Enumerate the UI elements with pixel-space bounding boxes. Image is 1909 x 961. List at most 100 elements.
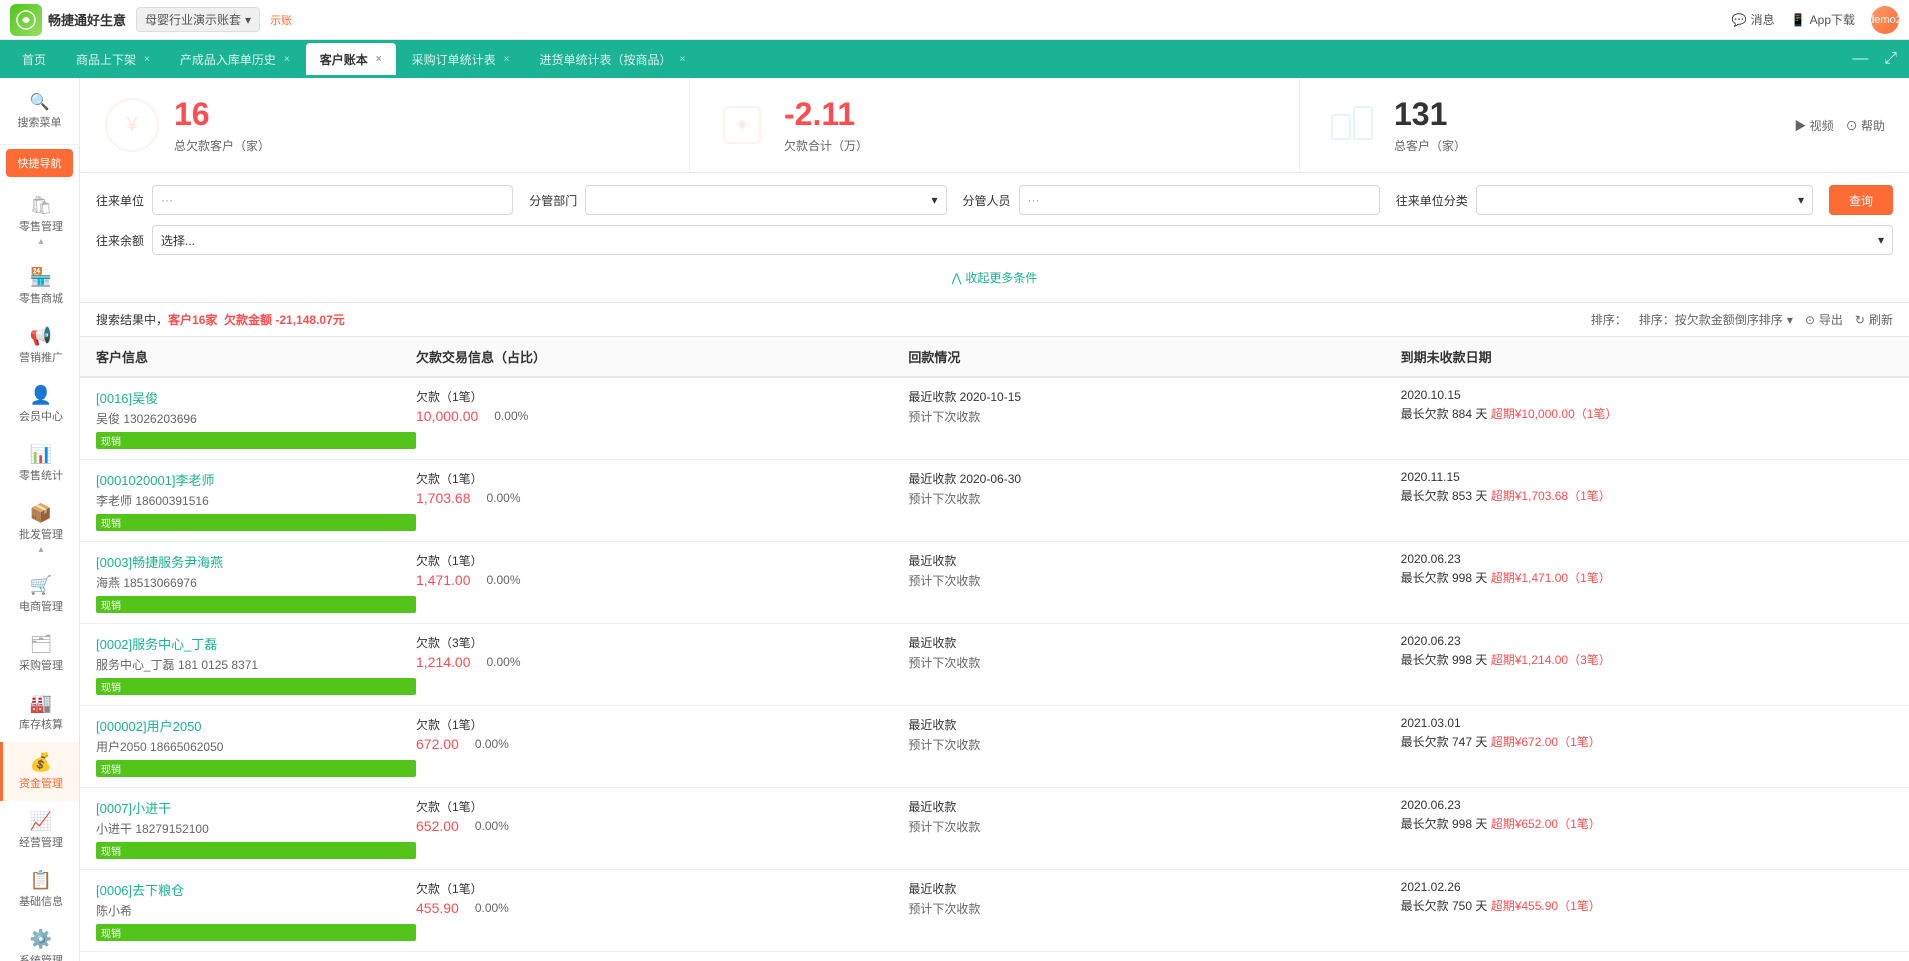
sidebar-item-retail-stats[interactable]: 📊 零售统计 [0, 434, 79, 493]
tab-purchase-stats-close[interactable]: × [504, 54, 510, 65]
from-unit-input[interactable]: ··· [152, 185, 513, 215]
overdue-link-0[interactable]: 超期¥10,000.00（1笔） [1491, 407, 1618, 421]
overdue-link-5[interactable]: 超期¥652.00（1笔） [1491, 817, 1601, 831]
refresh-button[interactable]: ↻ 刷新 [1855, 311, 1893, 328]
logo-area: 畅捷通好生意 [10, 4, 126, 36]
summary-text: 搜索结果中，客户16家 欠款金额 -21,148.07元 [96, 311, 345, 328]
help-button[interactable]: ⊙ 帮助 [1846, 117, 1885, 134]
balance-select[interactable]: 选择... ▾ [152, 225, 1893, 255]
export-button[interactable]: ⊙ 导出 [1805, 311, 1843, 328]
customer-sub-4: 用户2050 18665062050 [96, 738, 416, 755]
tab-product-status-close[interactable]: × [144, 54, 150, 65]
overdue-link-6[interactable]: 超期¥455.90（1笔） [1491, 899, 1601, 913]
debt-inline-6: 455.90 0.00% [416, 900, 908, 916]
tab-production-history-close[interactable]: × [284, 54, 290, 65]
customer-name-0[interactable]: [0016]吴俊 [96, 388, 416, 407]
tab-purchase-stats[interactable]: 采购订单统计表 × [398, 43, 524, 75]
tab-purchase-stats2[interactable]: 进货单统计表（按商品） × [525, 43, 699, 75]
filter-category: 往来单位分类 ▾ [1396, 185, 1813, 215]
debt-count-0: 欠款（1笔） [416, 388, 908, 405]
customer-name-4[interactable]: [000002]用户2050 [96, 716, 416, 735]
app-name: 畅捷通好生意 [48, 10, 126, 29]
chevron-down-icon3: ▾ [931, 193, 937, 207]
sort-select[interactable]: 排序：按欠款金额倒序排序 ▾ [1639, 311, 1793, 328]
sidebar-item-ecommerce[interactable]: 🛒 电商管理 [0, 565, 79, 624]
customer-name-6[interactable]: [0006]去下粮仓 [96, 880, 416, 899]
debt-amount-2: 1,471.00 [416, 572, 471, 588]
table-row: [0016]吴俊 吴俊 13026203696 现销 欠款（1笔） 10,000… [80, 378, 1909, 460]
user-avatar[interactable]: demo2 [1871, 6, 1899, 34]
customer-info-0: [0016]吴俊 吴俊 13026203696 现销 [96, 388, 416, 449]
debt-count-4: 欠款（1笔） [416, 716, 908, 733]
due-info-4: 2021.03.01 最长欠款 747 天 超期¥672.00（1笔） [1401, 716, 1893, 750]
last-pay-date-3: 最近收款 [908, 634, 1400, 651]
debt-inline-0: 10,000.00 0.00% [416, 408, 908, 424]
filter-row-1: 往来单位 ··· 分管部门 ▾ 分管人员 ··· [96, 185, 1893, 215]
tab-customer-account[interactable]: 客户账本 × [306, 43, 396, 75]
debt-info-1: 欠款（1笔） 1,703.68 0.00% [416, 470, 908, 506]
message-button[interactable]: 💬 消息 [1732, 11, 1775, 28]
sidebar-item-batch-mgmt[interactable]: 📦 批发管理 ▴ [0, 493, 79, 565]
sidebar-item-member-label: 会员中心 [19, 408, 63, 424]
debt-info-4: 欠款（1笔） 672.00 0.00% [416, 716, 908, 752]
search-menu-button[interactable]: 🔍 搜索菜单 [4, 86, 75, 136]
sidebar-item-inventory[interactable]: 🏭 库存核算 [0, 683, 79, 742]
sidebar-top: 🔍 搜索菜单 [0, 78, 79, 145]
overdue-link-2[interactable]: 超期¥1,471.00（1笔） [1491, 571, 1611, 585]
tab-product-status[interactable]: 商品上下架 × [62, 43, 164, 75]
sidebar-item-purchase[interactable]: 🗂 采购管理 [0, 624, 79, 683]
sidebar-item-system[interactable]: ⚙️ 系统管理 [0, 919, 79, 961]
tab-purchase-stats2-close[interactable]: × [679, 54, 685, 65]
search-icon: 🔍 [30, 92, 50, 112]
industry-selector[interactable]: 母婴行业演示账套 ▾ [136, 7, 260, 32]
tab-minimize-button[interactable]: — [1848, 50, 1872, 68]
main-layout: 🔍 搜索菜单 快捷导航 🛍 零售管理 ▴ 🏪 零售商城 📢 营销推广 👤 [0, 78, 1909, 961]
video-button[interactable]: ▶ 视频 [1794, 117, 1833, 134]
stat-label-debt-customers: 总欠款客户（家） [174, 137, 270, 154]
stat-label-total-customers: 总客户（家） [1394, 137, 1466, 154]
debt-info-6: 欠款（1笔） 455.90 0.00% [416, 880, 908, 916]
customer-name-1[interactable]: [0001020001]李老师 [96, 470, 416, 489]
search-button[interactable]: 查询 [1829, 185, 1893, 215]
overdue-link-4[interactable]: 超期¥672.00（1笔） [1491, 735, 1601, 749]
due-overdue-5: 最长欠款 998 天 超期¥652.00（1笔） [1401, 815, 1893, 832]
sidebar-item-retail-store-label: 零售商城 [19, 290, 63, 306]
sidebar-item-retail-store[interactable]: 🏪 零售商城 [0, 257, 79, 316]
brand-link[interactable]: 示账 [270, 12, 292, 28]
sidebar-item-marketing[interactable]: 📢 营销推广 [0, 316, 79, 375]
tab-production-history[interactable]: 产成品入库单历史 × [166, 43, 304, 75]
due-date-1: 2020.11.15 [1401, 470, 1893, 484]
chevron-down-icon: ▾ [245, 13, 251, 27]
tab-customer-account-close[interactable]: × [376, 54, 382, 65]
overdue-link-1[interactable]: 超期¥1,703.68（1笔） [1491, 489, 1611, 503]
next-pay-label-5: 预计下次收款 [908, 818, 1400, 835]
stat-icon-debt-customers: ¥ [104, 97, 160, 153]
customer-sub-6: 陈小希 [96, 902, 416, 919]
dept-select[interactable]: ▾ [585, 185, 946, 215]
customer-name-5[interactable]: [0007]小进干 [96, 798, 416, 817]
app-download-button[interactable]: 📱 App下载 [1791, 11, 1855, 28]
table-row: [000002]用户2050 用户2050 18665062050 现销 欠款（… [80, 706, 1909, 788]
tab-home[interactable]: 首页 [8, 43, 60, 75]
collapse-button[interactable]: ⋀ 收起更多条件 [96, 269, 1893, 286]
chevron-down-icon2: ▴ [38, 544, 43, 555]
filter-person: 分管人员 ··· [963, 185, 1380, 215]
overdue-link-3[interactable]: 超期¥1,214.00（3笔） [1491, 653, 1611, 667]
tab-customer-account-label: 客户账本 [320, 51, 368, 68]
tab-expand-button[interactable]: ⤢ [1880, 50, 1901, 68]
due-date-4: 2021.03.01 [1401, 716, 1893, 730]
sidebar-item-operation[interactable]: 📈 经营管理 [0, 801, 79, 860]
sidebar-item-basic-info[interactable]: 📋 基础信息 [0, 860, 79, 919]
next-pay-label-1: 预计下次收款 [908, 490, 1400, 507]
person-input[interactable]: ··· [1019, 185, 1380, 215]
customer-name-2[interactable]: [0003]畅捷服务尹海燕 [96, 552, 416, 571]
next-pay-label-6: 预计下次收款 [908, 900, 1400, 917]
col-header-customer-info: 客户信息 [96, 347, 416, 366]
category-select[interactable]: ▾ [1476, 185, 1813, 215]
quick-nav-button[interactable]: 快捷导航 [6, 149, 73, 177]
sidebar-item-finance[interactable]: 💰 资金管理 [0, 742, 79, 801]
sidebar-item-member[interactable]: 👤 会员中心 [0, 375, 79, 434]
customer-name-3[interactable]: [0002]服务中心_丁磊 [96, 634, 416, 653]
sidebar-item-retail-mgmt[interactable]: 🛍 零售管理 ▴ [0, 185, 79, 257]
video-label: 视频 [1810, 119, 1834, 133]
